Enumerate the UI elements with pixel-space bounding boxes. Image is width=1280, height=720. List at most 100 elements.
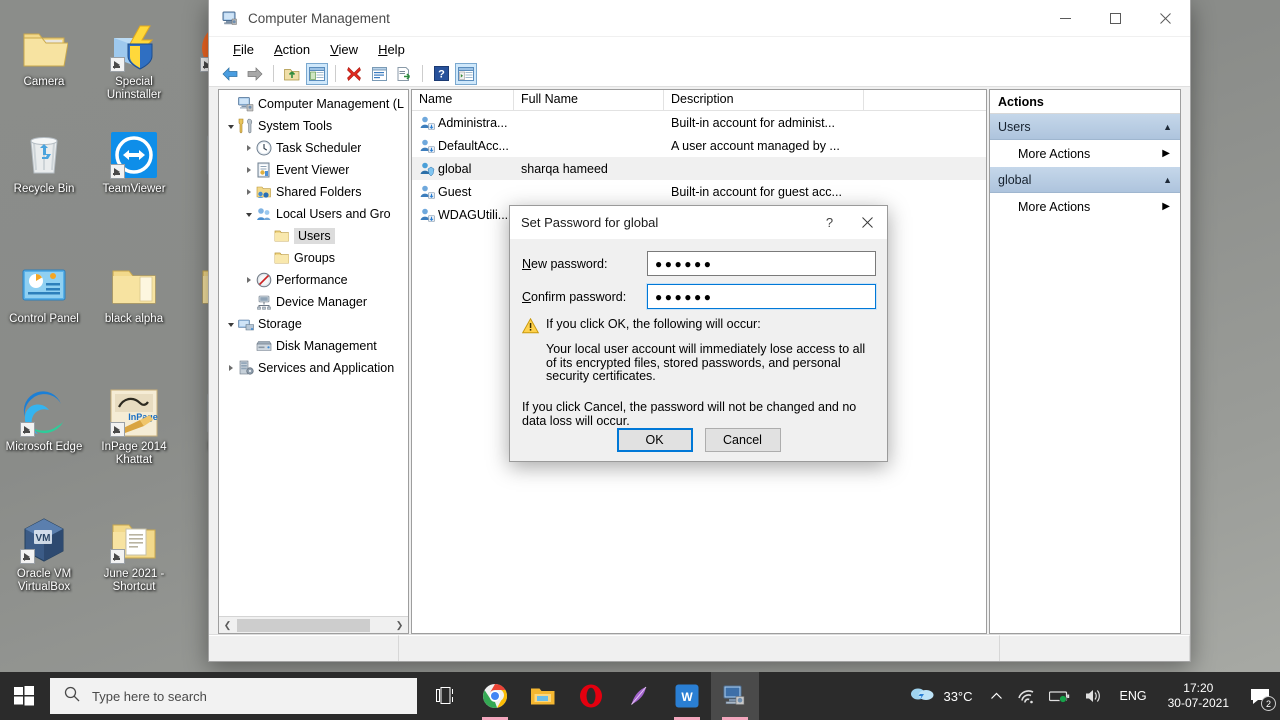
task-view-button[interactable] (423, 672, 471, 720)
chevron-down-icon[interactable] (223, 317, 238, 332)
chevron-down-icon[interactable] (241, 207, 256, 222)
up-one-level-button[interactable] (281, 63, 303, 85)
table-row[interactable]: Administra... Built-in account for admini… (412, 111, 986, 134)
taskbar-file-explorer[interactable] (519, 672, 567, 720)
scroll-left-button[interactable]: ❮ (219, 617, 236, 634)
window-titlebar[interactable]: Computer Management (209, 0, 1190, 37)
column-header-name[interactable]: Name (412, 90, 514, 110)
tree-item-disk-management[interactable]: Disk Management (219, 335, 408, 357)
properties-button[interactable] (368, 63, 390, 85)
actions-group-header-users[interactable]: Users ▲ (990, 114, 1180, 140)
back-button[interactable] (219, 63, 241, 85)
dialog-titlebar[interactable]: Set Password for global ? (510, 206, 887, 239)
warning-icon (521, 317, 540, 334)
desktop-icon-inpage-2014-khattat[interactable]: InPage InPage 2014 Khattat (89, 383, 179, 467)
menu-file[interactable]: File (223, 40, 264, 59)
table-row[interactable]: global sharqa hameed (412, 157, 986, 180)
tree-item-performance[interactable]: Performance (219, 269, 408, 291)
tree-item-storage[interactable]: Storage (219, 313, 408, 335)
show-hide-console-tree-button[interactable] (306, 62, 328, 85)
help-button[interactable]: ? (430, 63, 452, 85)
language-indicator[interactable]: ENG (1110, 672, 1157, 720)
menu-action[interactable]: Action (264, 40, 320, 59)
taskbar-wps-office[interactable]: W (663, 672, 711, 720)
taskbar-feather[interactable] (615, 672, 663, 720)
desktop-icon-black-alpha[interactable]: black alpha (89, 255, 179, 326)
tree-item-users[interactable]: Users (219, 225, 408, 247)
console-tree[interactable]: Computer Management (L System Tools Task S… (219, 90, 408, 616)
dialog-help-button[interactable]: ? (812, 206, 847, 239)
desktop-icon-control-panel[interactable]: Control Panel (0, 255, 89, 326)
taskbar-chrome[interactable] (471, 672, 519, 720)
ok-button[interactable]: OK (616, 427, 693, 452)
desktop-icon-recycle-bin[interactable]: Recycle Bin (0, 125, 89, 196)
desktop-icon-microsoft-edge[interactable]: Microsoft Edge (0, 383, 89, 454)
weather-widget[interactable]: 33°C (901, 685, 982, 708)
chevron-right-icon[interactable] (241, 273, 256, 288)
minimize-button[interactable] (1040, 0, 1090, 37)
actions-group-header-global[interactable]: global ▲ (990, 167, 1180, 193)
chevron-up-icon[interactable]: ▲ (1163, 122, 1172, 132)
start-button[interactable] (0, 672, 48, 720)
tree-item-event-viewer[interactable]: Event Viewer (219, 159, 408, 181)
chevron-down-icon[interactable] (223, 119, 238, 134)
desktop-icon-special-uninstaller[interactable]: Special Uninstaller (89, 18, 179, 102)
show-hidden-icons-button[interactable] (983, 672, 1010, 720)
toolbar-separator (273, 65, 274, 82)
maximize-button[interactable] (1090, 0, 1140, 37)
volume-icon[interactable] (1078, 672, 1110, 720)
tree-item-services-and-application[interactable]: Services and Application (219, 357, 408, 379)
desktop-icon-teamviewer[interactable]: TeamViewer (89, 125, 179, 196)
scroll-thumb[interactable] (237, 618, 370, 632)
chevron-up-icon[interactable]: ▲ (1163, 175, 1172, 185)
chevron-right-icon[interactable] (241, 141, 256, 156)
tree-item-shared-folders[interactable]: Shared Folders (219, 181, 408, 203)
tree-item-groups[interactable]: Groups (219, 247, 408, 269)
tree-item-system-tools[interactable]: System Tools (219, 115, 408, 137)
new-password-field[interactable]: ●●●●●● (647, 251, 876, 276)
cell-name: Administra... (412, 115, 514, 131)
tree-item-computer-management-l[interactable]: Computer Management (L (219, 93, 408, 115)
show-hide-action-pane-button[interactable] (455, 62, 477, 85)
scroll-right-button[interactable]: ❯ (391, 617, 408, 634)
taskbar-computer-management[interactable] (711, 672, 759, 720)
table-row[interactable]: Guest Built-in account for guest acc... (412, 180, 986, 203)
desktop-icon-label: InPage 2014 Khattat (101, 441, 167, 466)
export-list-button[interactable] (393, 63, 415, 85)
tools-icon (238, 118, 254, 134)
desktop-icon-camera[interactable]: Camera (0, 18, 89, 89)
table-row[interactable]: DefaultAcc... A user account managed by .… (412, 134, 986, 157)
desktop-icon-oracle-vm-virtualbox[interactable]: VM Oracle VM VirtualBox (0, 510, 89, 594)
forward-button[interactable] (244, 63, 266, 85)
column-header-full-name[interactable]: Full Name (514, 90, 664, 110)
delete-button[interactable] (343, 63, 365, 85)
notification-center-button[interactable]: 2 (1240, 672, 1280, 720)
menu-view[interactable]: View (320, 40, 368, 59)
menu-help[interactable]: Help (368, 40, 415, 59)
tree-item-task-scheduler[interactable]: Task Scheduler (219, 137, 408, 159)
confirm-password-field[interactable]: ●●●●●● (647, 284, 876, 309)
clock[interactable]: 17:20 30-07-2021 (1157, 672, 1240, 720)
cancel-button[interactable]: Cancel (704, 427, 781, 452)
close-button[interactable] (1140, 0, 1190, 37)
desktop-icon-june-2021-shortcut[interactable]: June 2021 - Shortcut (89, 510, 179, 594)
dialog-close-button[interactable] (847, 206, 887, 239)
column-header-description[interactable]: Description (664, 90, 864, 110)
chevron-right-icon[interactable] (241, 185, 256, 200)
tree-item-local-users-and-gro[interactable]: Local Users and Gro (219, 203, 408, 225)
chevron-right-icon[interactable] (241, 163, 256, 178)
chevron-right-icon[interactable] (223, 361, 238, 376)
list-column-headers[interactable]: Name Full Name Description (412, 90, 986, 111)
tree-horizontal-scrollbar[interactable]: ❮ ❯ (219, 616, 408, 633)
battery-icon[interactable] (1042, 672, 1078, 720)
action-item-more-actions[interactable]: More Actions ▶ (990, 140, 1180, 167)
wifi-icon[interactable] (1010, 672, 1042, 720)
chevron-right-icon: ▶ (1162, 148, 1170, 159)
cell-name-text: WDAGUtili... (438, 207, 509, 222)
search-box[interactable]: Type here to search (50, 678, 417, 714)
scroll-track[interactable] (236, 617, 391, 634)
taskbar-opera[interactable] (567, 672, 615, 720)
action-item-more-actions[interactable]: More Actions ▶ (990, 193, 1180, 220)
tree-item-device-manager[interactable]: Device Manager (219, 291, 408, 313)
